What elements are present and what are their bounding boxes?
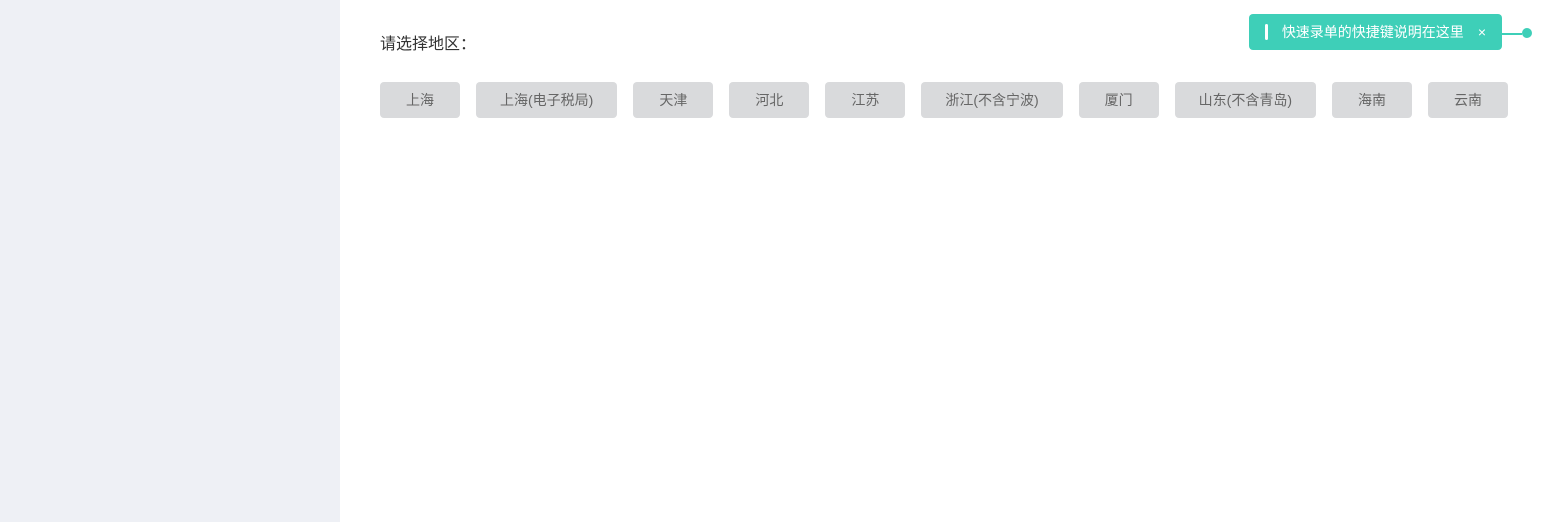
tooltip-text: 快速录单的快捷键说明在这里 bbox=[1282, 22, 1464, 42]
region-button-xiamen[interactable]: 厦门 bbox=[1079, 82, 1159, 118]
region-button-hainan[interactable]: 海南 bbox=[1332, 82, 1412, 118]
region-button-shanghai-etax[interactable]: 上海(电子税局) bbox=[476, 82, 617, 118]
tooltip-banner: 快速录单的快捷键说明在这里 × bbox=[1249, 14, 1502, 50]
region-button-jiangsu[interactable]: 江苏 bbox=[825, 82, 905, 118]
region-button-yunnan[interactable]: 云南 bbox=[1428, 82, 1508, 118]
region-button-zhejiang[interactable]: 浙江(不含宁波) bbox=[921, 82, 1062, 118]
region-button-tianjin[interactable]: 天津 bbox=[633, 82, 713, 118]
tooltip-connector-dot bbox=[1522, 28, 1532, 38]
main-content: 请选择地区： 上海上海(电子税局)天津河北江苏浙江(不含宁波)厦门山东(不含青岛… bbox=[340, 0, 1562, 522]
tooltip-close-button[interactable]: × bbox=[1478, 24, 1486, 40]
tooltip-bar bbox=[1265, 24, 1268, 40]
region-button-shandong[interactable]: 山东(不含青岛) bbox=[1175, 82, 1316, 118]
region-button-hebei[interactable]: 河北 bbox=[729, 82, 809, 118]
left-sidebar bbox=[0, 0, 340, 522]
tooltip-connector-line bbox=[1500, 33, 1522, 35]
region-buttons-container: 上海上海(电子税局) 天津河北江苏浙江(不含宁波) 厦门山东(不含青岛) 海南云南 bbox=[380, 82, 1522, 118]
region-button-shanghai[interactable]: 上海 bbox=[380, 82, 460, 118]
